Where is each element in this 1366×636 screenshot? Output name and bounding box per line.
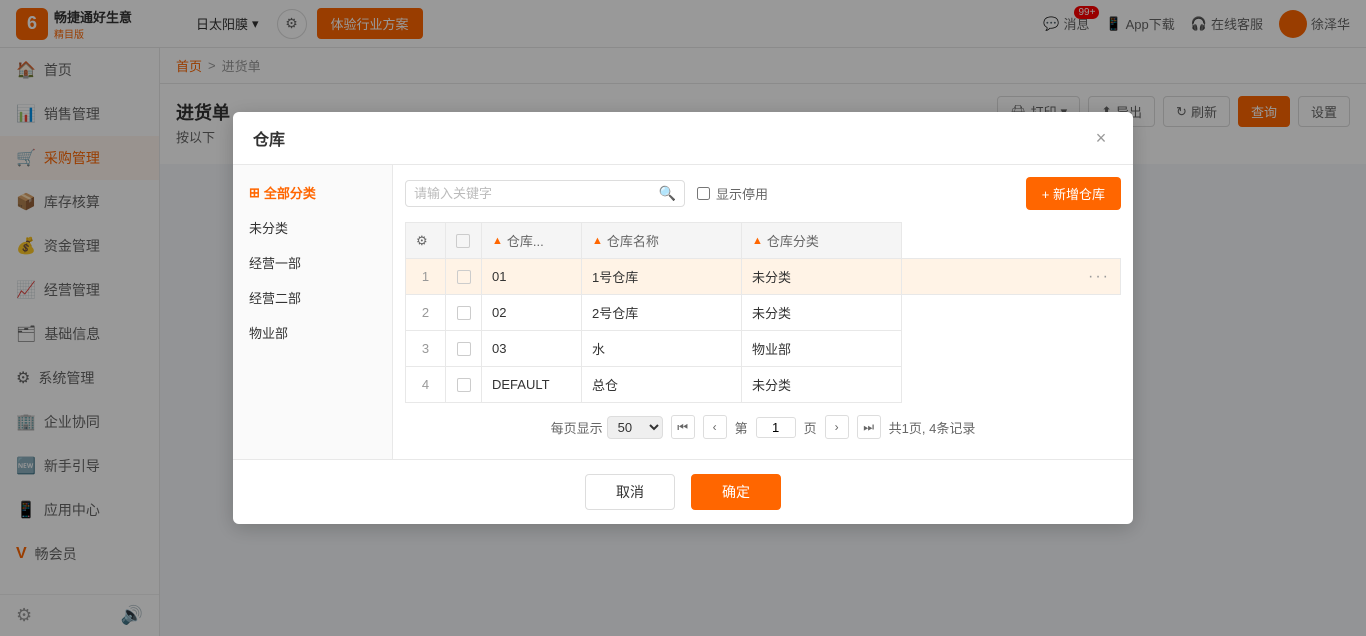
row-gear-2[interactable]: 3 bbox=[406, 331, 446, 367]
table-toolbar: 🔍 显示停用 + 新增仓库 bbox=[405, 177, 1121, 210]
page-size-select[interactable]: 每页显示 50 100 200 bbox=[551, 416, 663, 439]
search-icon[interactable]: 🔍 bbox=[659, 185, 676, 202]
sort-name-icon: ▲ bbox=[592, 235, 603, 247]
prev-page-button[interactable]: ‹ bbox=[703, 415, 727, 439]
confirm-button[interactable]: 确定 bbox=[691, 474, 781, 510]
row-checkbox-0[interactable] bbox=[446, 259, 482, 295]
row-name-1: 2号仓库 bbox=[582, 295, 742, 331]
add-warehouse-button[interactable]: + 新增仓库 bbox=[1026, 177, 1121, 210]
row-checkbox-1[interactable] bbox=[446, 295, 482, 331]
row-select-3[interactable] bbox=[457, 378, 471, 392]
row-checkbox-3[interactable] bbox=[446, 367, 482, 403]
row-category-0: 未分类 bbox=[742, 259, 902, 295]
row-select-0[interactable] bbox=[457, 270, 471, 284]
table-row: 4 DEFAULT 总仓 未分类 bbox=[406, 367, 1121, 403]
row-code-0: 01 bbox=[482, 259, 582, 295]
table-row: 1 01 1号仓库 未分类 ··· bbox=[406, 259, 1121, 295]
modal-close-button[interactable]: × bbox=[1089, 126, 1113, 150]
cancel-button[interactable]: 取消 bbox=[585, 474, 675, 510]
th-category: ▲ 仓库分类 bbox=[742, 223, 902, 259]
row-gear-3[interactable]: 4 bbox=[406, 367, 446, 403]
modal-header: 仓库 × bbox=[233, 112, 1133, 165]
row-dots-menu[interactable]: ··· bbox=[902, 259, 1121, 295]
table-body: 1 01 1号仓库 未分类 ··· 2 02 2号仓库 未分类 3 03 水 物… bbox=[406, 259, 1121, 403]
row-code-3: DEFAULT bbox=[482, 367, 582, 403]
first-page-button[interactable]: ⏮ bbox=[671, 415, 695, 439]
gear-header-icon[interactable]: ⚙ bbox=[416, 233, 428, 248]
row-name-2: 水 bbox=[582, 331, 742, 367]
search-input-wrap[interactable]: 🔍 bbox=[405, 180, 685, 207]
row-name-0: 1号仓库 bbox=[582, 259, 742, 295]
table-area: 🔍 显示停用 + 新增仓库 ⚙ bbox=[393, 165, 1133, 459]
cat-item-2[interactable]: 经营二部 bbox=[233, 280, 392, 315]
grid-icon: ⊞ bbox=[249, 185, 260, 201]
search-input[interactable] bbox=[414, 186, 653, 201]
th-gear: ⚙ bbox=[406, 223, 446, 259]
table-row: 2 02 2号仓库 未分类 bbox=[406, 295, 1121, 331]
th-checkbox bbox=[446, 223, 482, 259]
cat-item-1[interactable]: 经营一部 bbox=[233, 245, 392, 280]
sort-cat-icon: ▲ bbox=[752, 235, 763, 247]
row-category-3: 未分类 bbox=[742, 367, 902, 403]
select-all-checkbox[interactable] bbox=[456, 234, 470, 248]
cat-item-3[interactable]: 物业部 bbox=[233, 315, 392, 350]
row-code-2: 03 bbox=[482, 331, 582, 367]
row-gear-1[interactable]: 2 bbox=[406, 295, 446, 331]
page-size-dropdown[interactable]: 50 100 200 bbox=[607, 416, 663, 439]
warehouse-modal: 仓库 × ⊞ 全部分类 未分类 经营一部 经营二部 物业部 《 bbox=[233, 112, 1133, 524]
warehouse-table: ⚙ ▲ 仓库... bbox=[405, 222, 1121, 403]
row-name-3: 总仓 bbox=[582, 367, 742, 403]
th-name: ▲ 仓库名称 bbox=[582, 223, 742, 259]
table-row: 3 03 水 物业部 bbox=[406, 331, 1121, 367]
modal-body: ⊞ 全部分类 未分类 经营一部 经营二部 物业部 《 🔍 bbox=[233, 165, 1133, 459]
row-checkbox-2[interactable] bbox=[446, 331, 482, 367]
sort-code-icon: ▲ bbox=[492, 235, 503, 247]
modal-footer: 取消 确定 bbox=[233, 459, 1133, 524]
sidebar-collapse-toggle[interactable]: 《 bbox=[392, 292, 393, 332]
show-disabled-checkbox[interactable] bbox=[697, 187, 710, 200]
row-category-2: 物业部 bbox=[742, 331, 902, 367]
pagination: 每页显示 50 100 200 ⏮ ‹ 第 页 › ⏭ 共1页, 4条记录 bbox=[405, 403, 1121, 447]
modal-title: 仓库 bbox=[253, 126, 285, 150]
row-gear-0[interactable]: 1 bbox=[406, 259, 446, 295]
row-code-1: 02 bbox=[482, 295, 582, 331]
show-disabled-label[interactable]: 显示停用 bbox=[697, 184, 768, 203]
page-input[interactable] bbox=[756, 417, 796, 438]
row-select-1[interactable] bbox=[457, 306, 471, 320]
cat-item-0[interactable]: 未分类 bbox=[233, 210, 392, 245]
modal-overlay: 仓库 × ⊞ 全部分类 未分类 经营一部 经营二部 物业部 《 bbox=[0, 0, 1366, 636]
cat-all-button[interactable]: ⊞ 全部分类 bbox=[233, 175, 392, 210]
category-sidebar: ⊞ 全部分类 未分类 经营一部 经营二部 物业部 《 bbox=[233, 165, 393, 459]
row-select-2[interactable] bbox=[457, 342, 471, 356]
table-header-row: ⚙ ▲ 仓库... bbox=[406, 223, 1121, 259]
last-page-button[interactable]: ⏭ bbox=[857, 415, 881, 439]
th-code: ▲ 仓库... bbox=[482, 223, 582, 259]
row-category-1: 未分类 bbox=[742, 295, 902, 331]
next-page-button[interactable]: › bbox=[825, 415, 849, 439]
